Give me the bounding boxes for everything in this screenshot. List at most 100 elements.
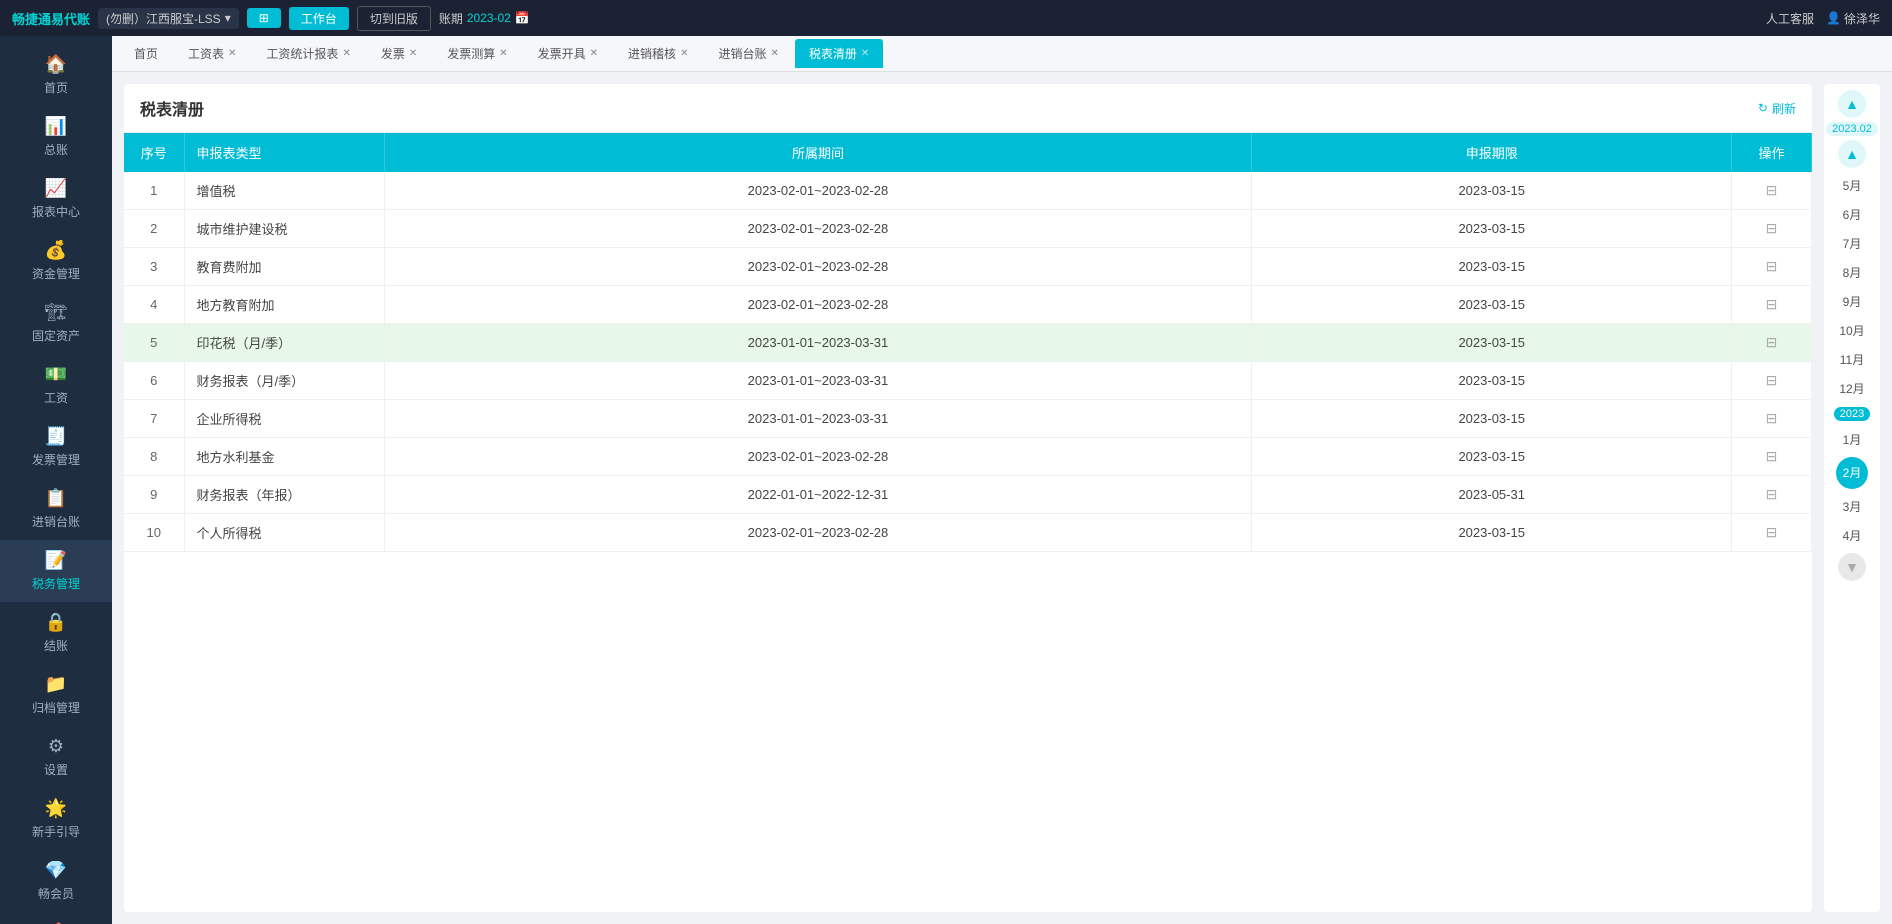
sidebar-item-assets[interactable]: 🏗 固定资产 [0,292,112,354]
sidebar-item-fund[interactable]: 💰 资金管理 [0,230,112,292]
action-icon[interactable]: ⊟ [1766,410,1778,426]
calendar-nav-up[interactable]: ▲ [1838,90,1866,118]
tab-salary[interactable]: 工资表 ✕ [174,39,250,68]
unpin-button[interactable]: 📌 取消固定 [0,912,112,924]
cell-no: 8 [124,438,184,476]
cell-type: 城市维护建设税 [184,210,384,248]
action-icon[interactable]: ⊟ [1766,448,1778,464]
calendar-month-4[interactable]: 4月 [1824,522,1880,549]
calendar-month-5[interactable]: 5月 [1824,172,1880,199]
cell-action[interactable]: ⊟ [1732,400,1812,438]
tab-close-icon[interactable]: ✕ [590,48,598,59]
sidebar-item-purchase[interactable]: 📋 进销台账 [0,478,112,540]
cell-type: 教育费附加 [184,248,384,286]
home-icon: 🏠 [45,54,67,75]
tab-close-icon[interactable]: ✕ [228,48,236,59]
calendar-panel: ▲ 2023.02 ▲ 5月 6月 7月 8月 9月 10月 11月 12月 2… [1824,84,1880,912]
tab-close-icon[interactable]: ✕ [499,48,507,59]
cell-action[interactable]: ⊟ [1732,438,1812,476]
sidebar-item-label: 新手引导 [32,823,80,840]
company-dropdown-icon[interactable]: ▾ [225,11,231,25]
tab-close-icon[interactable]: ✕ [861,48,869,59]
tab-invoice-open[interactable]: 发票开具 ✕ [524,39,612,68]
cell-action[interactable]: ⊟ [1732,362,1812,400]
customer-service-link[interactable]: 人工客服 [1766,10,1814,27]
tab-purchase-check[interactable]: 进销稽核 ✕ [614,39,702,68]
sidebar-item-label: 总账 [44,141,68,158]
cell-action[interactable]: ⊟ [1732,172,1812,210]
action-icon[interactable]: ⊟ [1766,220,1778,236]
switch-old-button[interactable]: 切到旧版 [357,6,431,31]
cell-action[interactable]: ⊟ [1732,476,1812,514]
calendar-nav-up2[interactable]: ▲ [1838,140,1866,168]
invoice-icon: 🧾 [45,426,67,447]
cell-action[interactable]: ⊟ [1732,210,1812,248]
sidebar-item-closing[interactable]: 🔒 结账 [0,602,112,664]
sidebar-item-settings[interactable]: ⚙ 设置 [0,726,112,788]
tab-home[interactable]: 首页 [120,39,172,68]
tab-invoice-calc[interactable]: 发票测算 ✕ [433,39,521,68]
cell-action[interactable]: ⊟ [1732,324,1812,362]
user-avatar[interactable]: 👤 徐泽华 [1826,10,1880,27]
tab-close-icon[interactable]: ✕ [680,48,688,59]
calendar-month-9[interactable]: 9月 [1824,288,1880,315]
calendar-month-1[interactable]: 1月 [1824,426,1880,453]
sidebar-item-label: 固定资产 [32,327,80,344]
sidebar-item-label: 设置 [44,761,68,778]
tab-salary-report[interactable]: 工资统计报表 ✕ [252,39,364,68]
sidebar-item-ledger[interactable]: 📊 总账 [0,106,112,168]
page-title: 税表清册 [140,96,204,120]
tab-close-icon[interactable]: ✕ [409,48,417,59]
calendar-month-3[interactable]: 3月 [1824,493,1880,520]
sidebar-item-vip[interactable]: 💎 畅会员 [0,850,112,912]
company-selector[interactable]: (勿删）江西服宝-LSS ▾ [98,8,239,29]
tab-invoice[interactable]: 发票 ✕ [367,39,431,68]
calendar-month-10[interactable]: 10月 [1824,317,1880,344]
action-icon[interactable]: ⊟ [1766,524,1778,540]
action-icon[interactable]: ⊟ [1766,372,1778,388]
cell-period: 2023-02-01~2023-02-28 [384,210,1252,248]
calendar-nav-down[interactable]: ▼ [1838,553,1866,581]
cell-action[interactable]: ⊟ [1732,248,1812,286]
calendar-month-2[interactable]: 2月 [1836,457,1868,489]
calendar-month-7[interactable]: 7月 [1824,230,1880,257]
action-icon[interactable]: ⊟ [1766,296,1778,312]
sidebar-item-invoice[interactable]: 🧾 发票管理 [0,416,112,478]
calendar-month-12[interactable]: 12月 [1824,375,1880,402]
cell-deadline: 2023-05-31 [1252,476,1732,514]
ledger-icon: 📊 [45,116,67,137]
tab-close-icon[interactable]: ✕ [342,48,350,59]
table-row: 3 教育费附加 2023-02-01~2023-02-28 2023-03-15… [124,248,1812,286]
action-icon[interactable]: ⊟ [1766,334,1778,350]
cell-deadline: 2023-03-15 [1252,286,1732,324]
page-content: 税表清册 ↻ 刷新 序号 申报表类型 所属期间 申报期限 [112,72,1892,924]
tab-tax-register[interactable]: 税表清册 ✕ [795,39,883,68]
cell-period: 2023-02-01~2023-02-28 [384,514,1252,552]
action-icon[interactable]: ⊟ [1766,182,1778,198]
copy-icon[interactable]: ⊞ [247,8,281,28]
tab-close-icon[interactable]: ✕ [770,48,778,59]
calendar-month-8[interactable]: 8月 [1824,259,1880,286]
calendar-month-11[interactable]: 11月 [1824,346,1880,373]
cell-no: 7 [124,400,184,438]
calendar-month-6[interactable]: 6月 [1824,201,1880,228]
workstation-button[interactable]: 工作台 [289,7,349,30]
tab-purchase-ledger[interactable]: 进销台账 ✕ [704,39,792,68]
action-icon[interactable]: ⊟ [1766,258,1778,274]
sidebar-item-report[interactable]: 📈 报表中心 [0,168,112,230]
sidebar-item-home[interactable]: 🏠 首页 [0,44,112,106]
sidebar-item-guide[interactable]: 🌟 新手引导 [0,788,112,850]
action-icon[interactable]: ⊟ [1766,486,1778,502]
cell-action[interactable]: ⊟ [1732,286,1812,324]
guide-icon: 🌟 [45,798,67,819]
refresh-button[interactable]: ↻ 刷新 [1758,100,1796,117]
cell-action[interactable]: ⊟ [1732,514,1812,552]
table-row: 1 增值税 2023-02-01~2023-02-28 2023-03-15 ⊟ [124,172,1812,210]
sidebar-item-tax[interactable]: 📝 税务管理 [0,540,112,602]
sidebar-item-label: 发票管理 [32,451,80,468]
sidebar-item-label: 资金管理 [32,265,80,282]
cell-no: 1 [124,172,184,210]
sidebar-item-salary[interactable]: 💵 工资 [0,354,112,416]
calendar-icon[interactable]: 📅 [515,11,530,25]
sidebar-item-archive[interactable]: 📁 归档管理 [0,664,112,726]
